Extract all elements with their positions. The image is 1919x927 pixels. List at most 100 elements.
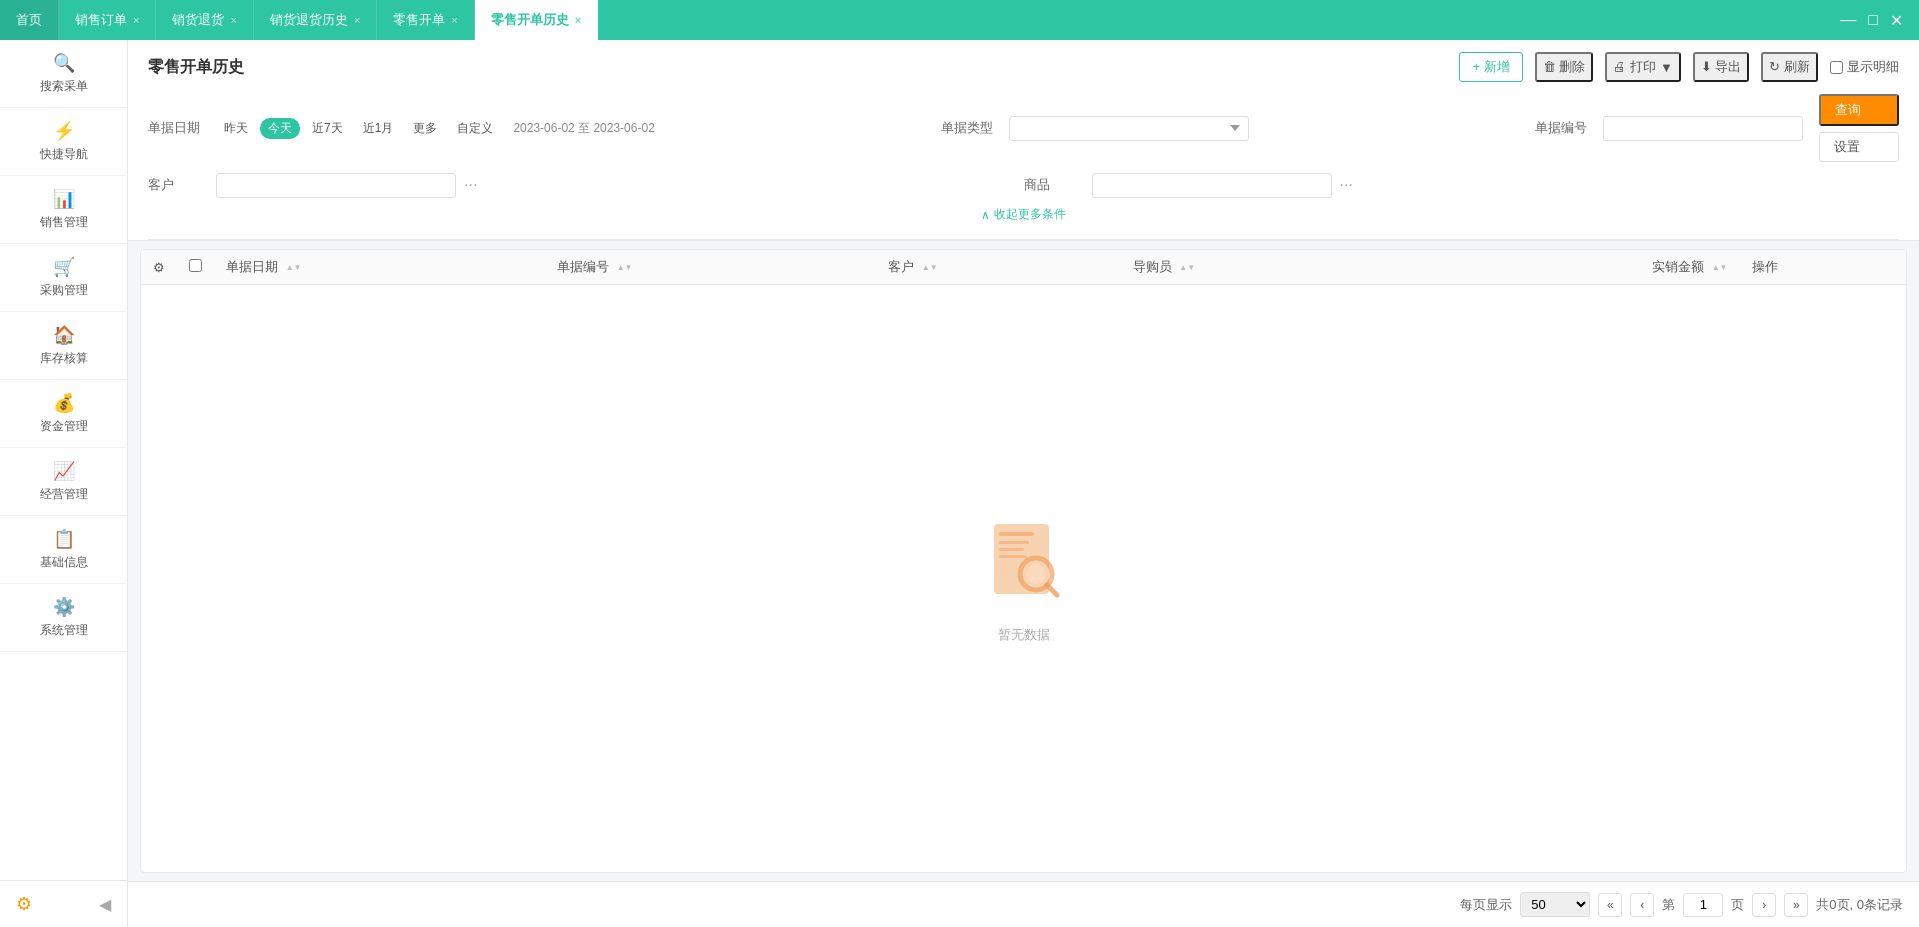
next-page-button[interactable]: › <box>1752 893 1776 917</box>
basic-icon: 📋 <box>53 528 75 550</box>
customer-label: 客户 <box>148 176 208 194</box>
window-max-icon[interactable]: □ <box>1864 7 1882 33</box>
svg-rect-3 <box>999 548 1024 551</box>
sidebar-item-operations[interactable]: 📈经营管理 <box>0 448 127 516</box>
sidebar-item-quick-nav[interactable]: ⚡快捷导航 <box>0 108 127 176</box>
date-opt-last1month[interactable]: 近1月 <box>355 118 402 139</box>
sidebar-bottom: ⚙ ◀ <box>0 880 127 927</box>
tab-retail-open-history[interactable]: 零售开单历史× <box>475 0 598 40</box>
sidebar-item-finance[interactable]: 💰资金管理 <box>0 380 127 448</box>
goods-input[interactable] <box>1092 173 1332 198</box>
date-opt-today[interactable]: 今天 <box>260 118 300 139</box>
tab-close-retail-open-history[interactable]: × <box>575 14 581 26</box>
sidebar-item-basic[interactable]: 📋基础信息 <box>0 516 127 584</box>
collapse-label: 收起更多条件 <box>994 206 1066 223</box>
display-detail-checkbox[interactable] <box>1830 61 1843 74</box>
table-container: ⚙ 单据日期 ▲▼ 单据编号 ▲▼ <box>140 249 1907 873</box>
tab-close-sales-return[interactable]: × <box>230 14 236 26</box>
th-checkbox[interactable] <box>177 250 214 285</box>
main-layout: 🔍 搜索采单 ⚡快捷导航📊销售管理 🛒 采购管理 🏠库存核算💰资金管理📈经营管理📋基础信息… <box>0 40 1919 927</box>
filter-area: 单据日期 昨天今天近7天近1月更多自定义 2023-06-02 至 2023-0… <box>148 94 1899 240</box>
page-input[interactable] <box>1683 893 1723 917</box>
settings-bottom-icon[interactable]: ⚙ <box>16 893 32 915</box>
tab-close-sales-order[interactable]: × <box>133 14 139 26</box>
window-controls: — □ ✕ <box>1824 7 1919 34</box>
per-page-select[interactable]: 50 10 20 100 <box>1520 892 1590 917</box>
th-actions: 操作 <box>1740 250 1906 285</box>
sales-icon: 📊 <box>53 188 75 210</box>
tab-sales-order[interactable]: 销售订单 × <box>59 0 156 40</box>
sort-date-icon: ▲▼ <box>286 263 302 272</box>
number-input[interactable] <box>1603 116 1803 141</box>
th-amount[interactable]: 实销金额 ▲▼ <box>1408 250 1739 285</box>
tab-bar: 首页销售订单×销货退货×销货退货历史×零售开单×零售开单历史× <box>0 0 1824 40</box>
last-page-button[interactable]: » <box>1784 893 1808 917</box>
th-salesperson[interactable]: 导购员 ▲▼ <box>1121 250 1409 285</box>
window-close-icon[interactable]: ✕ <box>1886 7 1907 34</box>
svg-rect-2 <box>999 541 1029 544</box>
customer-input[interactable] <box>216 173 456 198</box>
collapse-button[interactable]: ∧ 收起更多条件 <box>981 206 1066 223</box>
sidebar-label-system: 系统管理 <box>40 622 88 639</box>
sidebar: 🔍 搜索采单 ⚡快捷导航📊销售管理 🛒 采购管理 🏠库存核算💰资金管理📈经营管理📋基础信息… <box>0 40 128 927</box>
th-number[interactable]: 单据编号 ▲▼ <box>545 250 876 285</box>
goods-dots[interactable]: ··· <box>1332 172 1361 198</box>
type-select[interactable] <box>1009 116 1249 141</box>
date-opt-last7[interactable]: 近7天 <box>304 118 351 139</box>
select-all-checkbox[interactable] <box>189 259 202 272</box>
tab-label-sales-order: 销售订单 <box>75 11 127 29</box>
page-title-row: 零售开单历史 + 新增 🗑 删除 🖨 打印 ▼ ⬇ 导出 ↻ 刷新 显示明细 <box>148 52 1899 82</box>
collapse-row: ∧ 收起更多条件 <box>148 202 1899 227</box>
purchase-icon: 🛒 <box>53 256 75 278</box>
page-header: 零售开单历史 + 新增 🗑 删除 🖨 打印 ▼ ⬇ 导出 ↻ 刷新 显示明细 <box>128 40 1919 241</box>
sidebar-item-inventory[interactable]: 🏠库存核算 <box>0 312 127 380</box>
sidebar-label-operations: 经营管理 <box>40 486 88 503</box>
sidebar-label-finance: 资金管理 <box>40 418 88 435</box>
sidebar-item-search[interactable]: 🔍 搜索采单 <box>0 40 127 108</box>
table-head: ⚙ 单据日期 ▲▼ 单据编号 ▲▼ <box>141 250 1906 285</box>
sidebar-label-search: 搜索采单 <box>40 78 88 95</box>
first-page-button[interactable]: « <box>1598 893 1622 917</box>
delete-button[interactable]: 🗑 删除 <box>1535 52 1594 82</box>
customer-dots[interactable]: ··· <box>456 172 485 198</box>
tab-label-sales-return: 销货退货 <box>172 11 224 29</box>
number-label: 单据编号 <box>1535 119 1595 137</box>
th-date[interactable]: 单据日期 ▲▼ <box>214 250 545 285</box>
sidebar-item-sales[interactable]: 📊销售管理 <box>0 176 127 244</box>
search-icon: 🔍 <box>53 52 75 74</box>
add-button[interactable]: + 新增 <box>1459 52 1522 82</box>
refresh-button[interactable]: ↻ 刷新 <box>1761 52 1818 82</box>
table-settings-icon[interactable]: ⚙ <box>153 260 165 275</box>
display-detail-label: 显示明细 <box>1830 58 1899 76</box>
tab-close-retail-open[interactable]: × <box>451 14 457 26</box>
th-settings[interactable]: ⚙ <box>141 250 177 285</box>
date-opt-yesterday[interactable]: 昨天 <box>216 118 256 139</box>
print-button[interactable]: 🖨 打印 ▼ <box>1605 52 1681 82</box>
page-label: 页 <box>1731 896 1744 914</box>
tab-sales-return[interactable]: 销货退货 × <box>156 0 253 40</box>
tab-close-sales-return-history[interactable]: × <box>354 14 360 26</box>
prev-page-button[interactable]: ‹ <box>1630 893 1654 917</box>
sidebar-item-purchase[interactable]: 🛒 采购管理 <box>0 244 127 312</box>
date-opt-custom[interactable]: 自定义 <box>449 118 501 139</box>
sort-amount-icon: ▲▼ <box>1712 263 1728 272</box>
tab-sales-return-history[interactable]: 销货退货历史× <box>254 0 377 40</box>
table-header-row: ⚙ 单据日期 ▲▼ 单据编号 ▲▼ <box>141 250 1906 285</box>
collapse-sidebar-icon[interactable]: ◀ <box>99 895 111 914</box>
query-button[interactable]: 查询 <box>1819 94 1899 126</box>
window-min-icon[interactable]: — <box>1836 7 1860 33</box>
sidebar-label-purchase: 采购管理 <box>40 282 88 299</box>
date-opt-more[interactable]: 更多 <box>405 118 445 139</box>
empty-illustration <box>974 514 1074 614</box>
th-customer[interactable]: 客户 ▲▼ <box>876 250 1121 285</box>
svg-line-7 <box>1047 585 1057 595</box>
per-page-label: 每页显示 <box>1460 896 1512 914</box>
tab-label-home: 首页 <box>16 11 42 29</box>
filter-settings-button[interactable]: 设置 <box>1819 132 1899 162</box>
svg-point-6 <box>1026 564 1046 584</box>
export-button[interactable]: ⬇ 导出 <box>1693 52 1750 82</box>
toolbar-actions: + 新增 🗑 删除 🖨 打印 ▼ ⬇ 导出 ↻ 刷新 显示明细 <box>1459 52 1899 82</box>
tab-home[interactable]: 首页 <box>0 0 59 40</box>
tab-retail-open[interactable]: 零售开单× <box>377 0 474 40</box>
sidebar-item-system[interactable]: ⚙️系统管理 <box>0 584 127 652</box>
